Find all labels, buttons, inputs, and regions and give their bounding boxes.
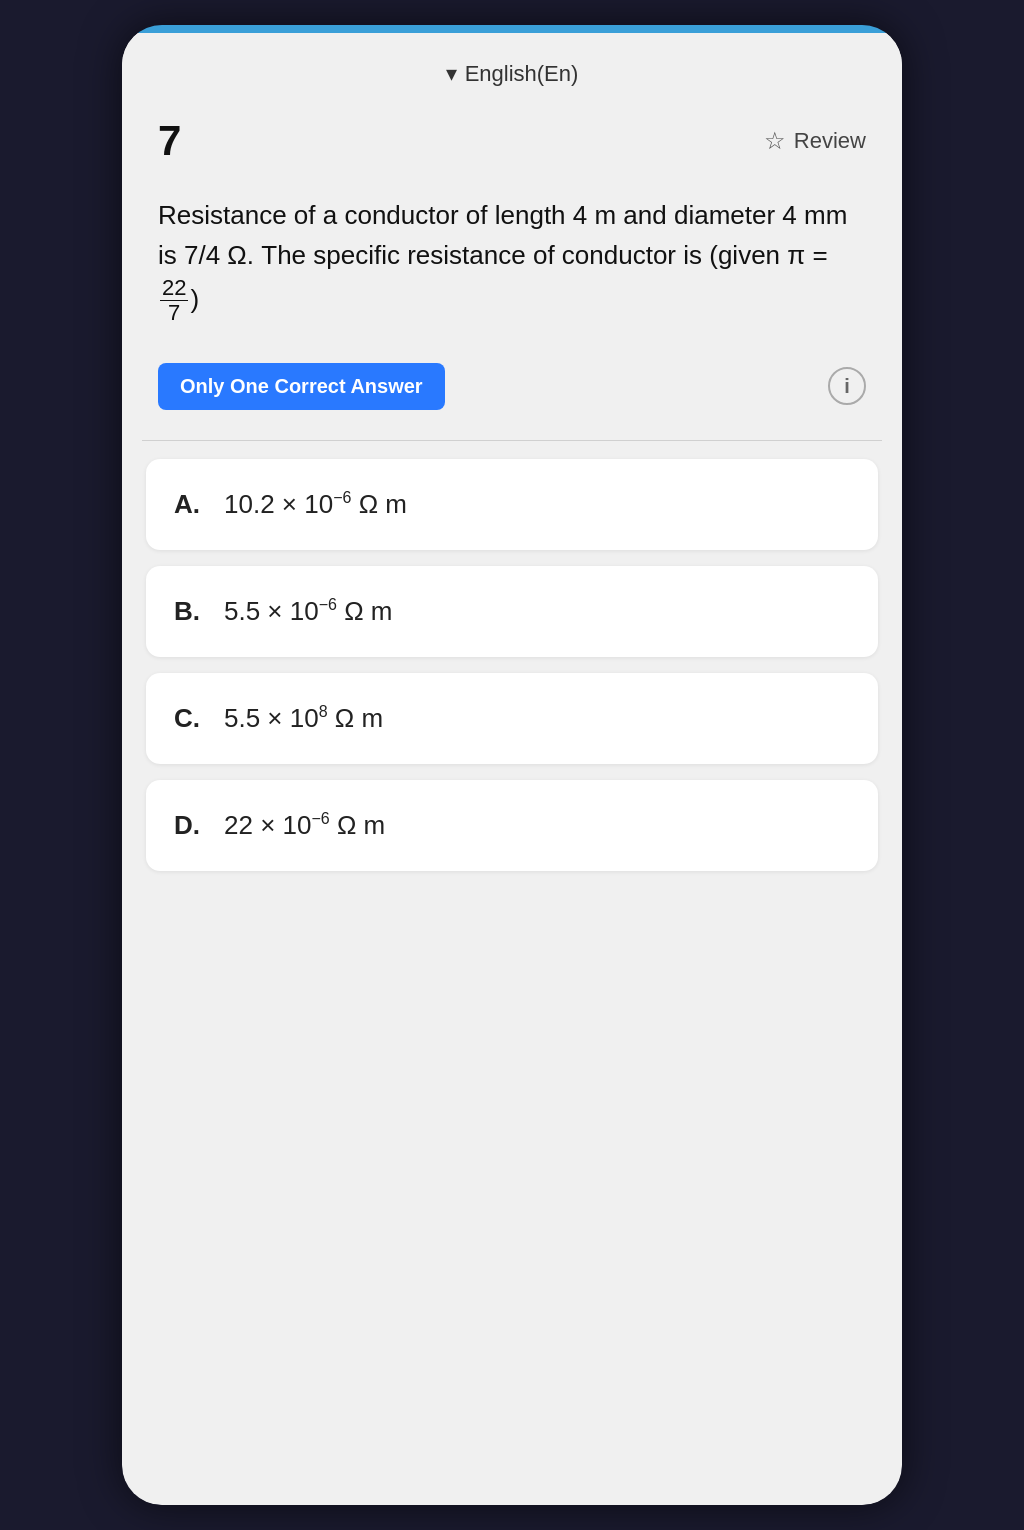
- option-c-label: C.: [174, 703, 204, 734]
- info-icon[interactable]: i: [828, 367, 866, 405]
- option-a-label: A.: [174, 489, 204, 520]
- option-a[interactable]: A. 10.2 × 10−6 Ω m: [146, 459, 878, 550]
- language-selector[interactable]: ▾ English(En): [446, 61, 579, 87]
- language-label: English(En): [465, 61, 579, 87]
- option-d-text: 22 × 10−6 Ω m: [224, 810, 385, 841]
- tag-row: Only One Correct Answer i: [122, 355, 902, 440]
- question-number: 7: [158, 117, 181, 165]
- screen-content: ▾ English(En) 7 ☆ Review Resistance of a…: [122, 33, 902, 1505]
- option-d-exponent: −6: [311, 810, 329, 827]
- option-d[interactable]: D. 22 × 10−6 Ω m: [146, 780, 878, 871]
- option-a-exponent: −6: [333, 489, 351, 506]
- review-label: Review: [794, 128, 866, 154]
- review-button[interactable]: ☆ Review: [764, 127, 866, 155]
- phone-frame: ▾ English(En) 7 ☆ Review Resistance of a…: [122, 25, 902, 1505]
- info-symbol: i: [844, 375, 850, 398]
- question-header: 7 ☆ Review: [122, 107, 902, 185]
- question-text-part1: Resistance of a conductor of length 4 m …: [158, 200, 847, 270]
- pi-fraction: 227: [160, 276, 188, 325]
- option-c[interactable]: C. 5.5 × 108 Ω m: [146, 673, 878, 764]
- option-c-exponent: 8: [319, 703, 328, 720]
- status-bar: [122, 25, 902, 33]
- only-one-correct-tag: Only One Correct Answer: [158, 363, 445, 410]
- option-a-text: 10.2 × 10−6 Ω m: [224, 489, 407, 520]
- question-text-part2: ): [190, 283, 199, 313]
- language-bar: ▾ English(En): [122, 33, 902, 107]
- option-d-label: D.: [174, 810, 204, 841]
- pi-numerator: 22: [160, 276, 188, 301]
- option-b-label: B.: [174, 596, 204, 627]
- star-icon: ☆: [764, 127, 786, 155]
- answer-options: A. 10.2 × 10−6 Ω m B. 5.5 × 10−6 Ω m C. …: [122, 441, 902, 889]
- option-b-text: 5.5 × 10−6 Ω m: [224, 596, 393, 627]
- chevron-down-icon: ▾: [446, 61, 457, 87]
- question-text: Resistance of a conductor of length 4 m …: [122, 185, 902, 355]
- option-b-exponent: −6: [319, 596, 337, 613]
- pi-denominator: 7: [166, 301, 182, 325]
- option-b[interactable]: B. 5.5 × 10−6 Ω m: [146, 566, 878, 657]
- option-c-text: 5.5 × 108 Ω m: [224, 703, 383, 734]
